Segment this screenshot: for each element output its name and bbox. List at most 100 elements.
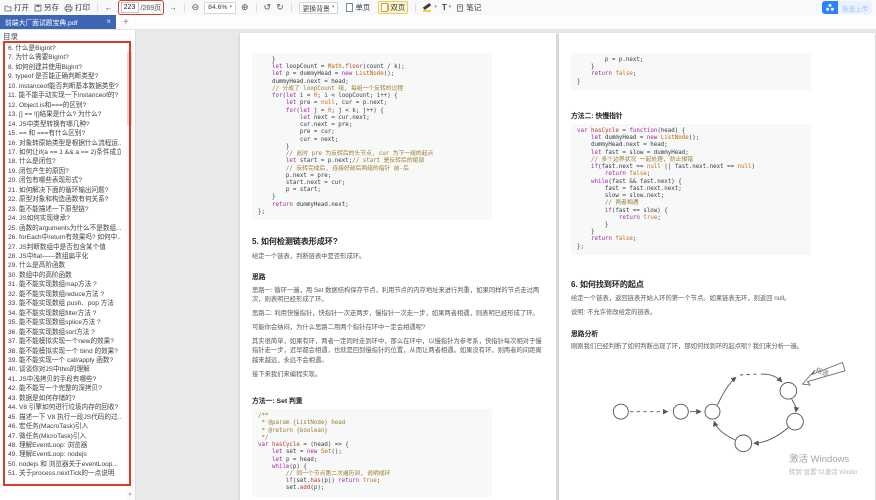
toc-item[interactable]: 12. Object.is和===的区别?: [8, 101, 121, 110]
toc-item[interactable]: 9. typeof 是否能正确判断类型?: [8, 72, 121, 81]
sidebar-scrollbar[interactable]: ▴ ▾: [126, 43, 134, 500]
fast-upload-label: 极速上传: [838, 1, 872, 14]
node-circle: [612, 403, 629, 420]
rotate-right-button[interactable]: ↻: [276, 3, 284, 12]
toc-item[interactable]: 22. 原型对象和构造函数有何关系?: [8, 195, 121, 204]
toc-item[interactable]: 51. 关于process.nextTick的一点说明: [8, 469, 121, 478]
print-button[interactable]: 打印: [64, 2, 90, 13]
toc-item[interactable]: 28. JS中flat——数组扁平化: [8, 252, 121, 261]
notes-button[interactable]: 笔记: [456, 2, 481, 13]
zoom-in-button[interactable]: ⊕: [241, 3, 249, 12]
single-page-label: 单页: [355, 3, 371, 12]
toc-item[interactable]: 14. JS中类型转换有哪几种?: [8, 120, 121, 129]
toc-item[interactable]: 33. 能不能实现数组 push、pop 方法: [8, 299, 121, 308]
toc-item[interactable]: 49. 理解EventLoop: nodejs: [8, 450, 121, 459]
scroll-up-icon[interactable]: ▴: [126, 43, 134, 50]
section6-heading: 6. 如何找到环的起点: [571, 279, 644, 289]
zoom-out-button[interactable]: ⊖: [192, 3, 200, 12]
toolbar-separator: [415, 3, 417, 12]
open-button[interactable]: 打开: [4, 2, 29, 13]
fast-upload-button[interactable]: 极速上传: [822, 1, 872, 14]
save-as-button[interactable]: 另存: [34, 2, 59, 13]
rotate-right-icon: ↻: [276, 2, 284, 12]
toc-item[interactable]: 38. 能不能模拟实现一个 bind 的效果?: [8, 347, 121, 356]
prev-page-button[interactable]: ←: [105, 3, 113, 12]
toc-item[interactable]: 44. V8 引擎如何进行垃圾内存的回收?: [8, 403, 121, 412]
scroll-down-icon[interactable]: ▾: [126, 492, 134, 499]
toc-item[interactable]: 16. 对象转原始类型是根据什么流程运...: [8, 139, 121, 148]
section5-intro: 给定一个链表，判断链表中是否形成环。: [252, 252, 366, 260]
page-total-label: /269页: [140, 4, 162, 12]
toc-item[interactable]: 43. 数据是如何存储的?: [8, 394, 121, 403]
linked-list-cycle-diagram: 相遇: [599, 360, 863, 465]
double-page-button[interactable]: 双页: [378, 1, 409, 14]
toc-item[interactable]: 27. JS判断数组中是否包含某个值: [8, 243, 121, 252]
toc-item[interactable]: 11. 能不能手动实现一下instanceof的?: [8, 91, 121, 100]
single-page-button[interactable]: 单页: [343, 1, 373, 14]
toc-item[interactable]: 13. [] == ![]结果是什么? 为什么?: [8, 110, 121, 119]
code-text: /** * @param {ListNode} head * @return {…: [258, 413, 391, 492]
rotate-left-button[interactable]: ↺: [264, 3, 272, 12]
toc-item[interactable]: 17. 如何让if(a == 1 && a == 2)条件成立?: [8, 148, 121, 157]
toc-item[interactable]: 25. 函数的arguments为什么不是数组...: [8, 224, 121, 233]
text-tool-button[interactable]: T ▾: [442, 3, 451, 12]
close-icon[interactable]: ×: [106, 18, 111, 26]
section5-heading: 5. 如何检测链表形成环?: [252, 237, 338, 247]
toc-item[interactable]: 8. 如何创建并使用BigInt?: [8, 63, 121, 72]
node-circle: [734, 434, 753, 452]
toc-item[interactable]: 45. 描述一下 V8 执行一段JS代码的过...: [8, 413, 121, 422]
new-tab-button[interactable]: +: [116, 15, 136, 29]
toc-item[interactable]: 32. 能不能实现数组reduce方法 ?: [8, 290, 121, 299]
toc-item[interactable]: 21. 如何解决下面的循环输出问题?: [8, 186, 121, 195]
zoom-level-select[interactable]: 84.6% ▾: [204, 1, 236, 14]
toc-item[interactable]: 26. forEach中return有效果吗? 如何中...: [8, 233, 121, 242]
toc-item[interactable]: 20. 闭包有哪些表现形式?: [8, 176, 121, 185]
text-tool-icon: T: [441, 3, 447, 12]
toc-list: 6. 什么是BigInt? 7. 为什么需要BigInt? 8. 如何创建并使用…: [8, 44, 121, 479]
toc-item[interactable]: 39. 能不能实现一个 call/apply 函数?: [8, 356, 121, 365]
code-block-continued: p = p.next; } return false; }: [571, 53, 811, 90]
right-arrow-icon: →: [169, 3, 177, 12]
toc-item[interactable]: 47. 微任务(MicroTask)引入: [8, 432, 121, 441]
scrollbar-thumb[interactable]: [127, 52, 132, 126]
toc-item[interactable]: 46. 宏任务(MacroTask)引入: [8, 422, 121, 431]
outline-panel-title: 目录: [3, 32, 18, 41]
method1-label: 方法一: Set 判重: [252, 398, 303, 406]
code-text: p = p.next; } return false; }: [577, 57, 644, 85]
document-canvas[interactable]: } let loopCount = Math.floor(count / k);…: [136, 29, 876, 500]
pdf-page-right: p = p.next; } return false; } 方法二: 快慢指针 …: [559, 33, 875, 500]
document-tab[interactable]: 前端大厂面试题宝典.pdf ×: [0, 15, 116, 29]
code-block-set-method: /** * @param {ListNode} head * @return {…: [252, 409, 492, 497]
toc-item[interactable]: 30. 数组中的高阶函数: [8, 271, 121, 280]
page-number-input[interactable]: 223: [120, 2, 139, 13]
note-icon: [457, 3, 464, 12]
toc-item[interactable]: 50. nodejs 和 浏览器关于eventLoop...: [8, 460, 121, 469]
next-page-button[interactable]: →: [169, 3, 177, 12]
toc-item[interactable]: 37. 能不能模拟实现一个new的效果?: [8, 337, 121, 346]
toc-item[interactable]: 42. 能不能写一个完整的深拷贝?: [8, 384, 121, 393]
pdf-page-left: } let loopCount = Math.floor(count / k);…: [240, 33, 556, 500]
toc-item[interactable]: 40. 谈谈你对JS中this的理解: [8, 365, 121, 374]
toc-item[interactable]: 23. 能不能描述一下原型链?: [8, 205, 121, 214]
toc-item[interactable]: 6. 什么是BigInt?: [8, 44, 121, 53]
toc-item[interactable]: 15. == 和 ===有什么区别?: [8, 129, 121, 138]
toc-item[interactable]: 10. instanceof能否判断基本数据类型?: [8, 82, 121, 91]
toc-item[interactable]: 24. JS如何实现继承?: [8, 214, 121, 223]
change-background-select[interactable]: 更换背景 ▾: [298, 1, 339, 14]
toc-item[interactable]: 18. 什么是闭包?: [8, 157, 121, 166]
rotate-left-icon: ↺: [263, 2, 272, 12]
tab-bar: 前端大厂面试题宝典.pdf × +: [0, 15, 876, 30]
toc-item[interactable]: 31. 能不能实现数组map方法 ?: [8, 280, 121, 289]
zoom-out-icon: ⊖: [191, 2, 200, 12]
toc-item[interactable]: 35. 能不能实现数组splice方法 ?: [8, 318, 121, 327]
toc-item[interactable]: 34. 能不能实现数组filter方法 ?: [8, 309, 121, 318]
toc-item[interactable]: 7. 为什么需要BigInt?: [8, 53, 121, 62]
zoom-level-value: 84.6%: [208, 4, 228, 11]
toc-item[interactable]: 41. JS中浅拷贝的手段有哪些?: [8, 375, 121, 384]
paragraph: 思路二: 利用快慢指针，快指针一次走两步，慢指针一次走一步，如果两者相遇，则表明…: [252, 309, 539, 317]
toc-item[interactable]: 36. 能不能实现数组sort方法 ?: [8, 328, 121, 337]
toc-item[interactable]: 19. 闭包产生的原因?: [8, 167, 121, 176]
toc-item[interactable]: 48. 理解EventLoop: 浏览器: [8, 441, 121, 450]
toc-item[interactable]: 29. 什么是高阶函数: [8, 261, 121, 270]
highlighter-button[interactable]: ▾: [423, 4, 437, 12]
